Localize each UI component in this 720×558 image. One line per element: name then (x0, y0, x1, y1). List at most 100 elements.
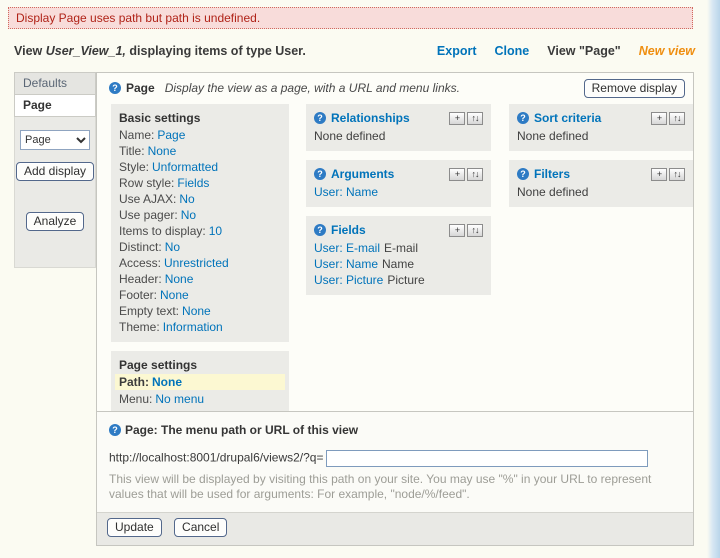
help-icon[interactable]: ? (517, 112, 529, 124)
add-argument-button[interactable]: + (449, 167, 465, 181)
field-link[interactable]: User: E-mail (314, 241, 380, 255)
setting-label: Theme: (119, 320, 160, 334)
add-sort-button[interactable]: + (651, 111, 667, 125)
field-link[interactable]: User: Picture (314, 273, 383, 287)
add-relationship-button[interactable]: + (449, 111, 465, 125)
display-settings-panel: ? Page Display the view as a page, with a … (96, 72, 694, 546)
path-form-title: ? Page: The menu path or URL of this view (109, 423, 681, 437)
relationships-box: ? Relationships + ↑↓ None defined (306, 104, 491, 151)
path-input[interactable] (326, 450, 649, 467)
new-view-link[interactable]: New view (639, 44, 695, 58)
setting-label: Name: (119, 128, 155, 142)
rearrange-filters-button[interactable]: ↑↓ (669, 167, 685, 181)
setting-value-link[interactable]: No (179, 192, 194, 206)
path-config-form: ? Page: The menu path or URL of this view… (97, 411, 693, 545)
basic-settings-title: Basic settings (119, 111, 201, 125)
fields-box: ? Fields + ↑↓ User: E-mail E-mail User: N… (306, 216, 491, 295)
column-middle: ? Relationships + ↑↓ None defined ? Argu… (306, 104, 491, 304)
panel-header: ? Page Display the view as a page, with a … (97, 73, 693, 103)
remove-display-button[interactable]: Remove display (583, 79, 685, 98)
setting-label: Row style: (119, 176, 175, 190)
page-settings-box: Page settings Path: None Menu: No menu (111, 351, 289, 414)
field-row: User: Picture Picture (314, 272, 483, 288)
sort-criteria-empty-text: None defined (517, 129, 589, 143)
setting-value-link[interactable]: Fields (177, 176, 209, 190)
page-edge-gradient (707, 0, 720, 558)
filters-title-link[interactable]: Filters (534, 166, 649, 182)
help-icon[interactable]: ? (314, 168, 326, 180)
arguments-box: ? Arguments + ↑↓ User: Name (306, 160, 491, 207)
update-button[interactable]: Update (107, 518, 162, 537)
add-field-button[interactable]: + (449, 223, 465, 237)
setting-value-link[interactable]: No (181, 208, 196, 222)
setting-value-link[interactable]: Unformatted (152, 160, 218, 174)
cancel-button[interactable]: Cancel (174, 518, 228, 537)
filters-box: ? Filters + ↑↓ None defined (509, 160, 693, 207)
arguments-header: ? Arguments + ↑↓ (314, 166, 483, 182)
setting-row: Style: Unformatted (119, 159, 281, 175)
path-label: Path: (119, 375, 149, 389)
filters-empty-text: None defined (517, 185, 589, 199)
setting-row: Items to display: 10 (119, 223, 281, 239)
setting-label: Empty text: (119, 304, 180, 318)
relationships-header: ? Relationships + ↑↓ (314, 110, 483, 126)
clone-link[interactable]: Clone (495, 44, 530, 58)
arguments-title-link[interactable]: Arguments (331, 166, 447, 182)
setting-value-link[interactable]: 10 (209, 224, 222, 238)
help-icon[interactable]: ? (314, 224, 326, 236)
menu-value-link[interactable]: No menu (155, 392, 204, 406)
tab-defaults[interactable]: Defaults (14, 72, 96, 95)
setting-value-link[interactable]: Page (157, 128, 185, 142)
field-row: User: Name Name (314, 256, 483, 272)
argument-row: User: Name (314, 184, 483, 200)
basic-settings-box: Basic settings Name: Page Title: None Styl… (111, 104, 289, 342)
sort-criteria-title-link[interactable]: Sort criteria (534, 110, 649, 126)
rearrange-sorts-button[interactable]: ↑↓ (669, 111, 685, 125)
setting-label: Use pager: (119, 208, 178, 222)
setting-value-link[interactable]: Unrestricted (164, 256, 229, 270)
setting-value-link[interactable]: None (182, 304, 211, 318)
path-input-row: http://localhost:8001/drupal6/views2/?q= (109, 450, 681, 467)
rearrange-arguments-button[interactable]: ↑↓ (467, 167, 483, 181)
fields-title-link[interactable]: Fields (331, 222, 447, 238)
setting-label: Items to display: (119, 224, 206, 238)
help-icon[interactable]: ? (109, 82, 121, 94)
setting-value-link[interactable]: None (160, 288, 189, 302)
filters-header: ? Filters + ↑↓ (517, 166, 685, 182)
help-icon[interactable]: ? (517, 168, 529, 180)
relationships-title-link[interactable]: Relationships (331, 110, 447, 126)
help-icon[interactable]: ? (314, 112, 326, 124)
setting-value-link[interactable]: Information (163, 320, 223, 334)
menu-setting-row: Menu: No menu (119, 391, 281, 407)
argument-link[interactable]: User: Name (314, 185, 378, 199)
add-display-button[interactable]: Add display (15, 162, 95, 181)
sort-criteria-header: ? Sort criteria + ↑↓ (517, 110, 685, 126)
path-value-link[interactable]: None (152, 375, 182, 389)
setting-value-link[interactable]: None (148, 144, 177, 158)
setting-label: Use AJAX: (119, 192, 177, 206)
field-admin-label: Picture (387, 273, 425, 287)
help-icon[interactable]: ? (109, 424, 121, 436)
rearrange-relationships-button[interactable]: ↑↓ (467, 111, 483, 125)
fields-header: ? Fields + ↑↓ (314, 222, 483, 238)
setting-value-link[interactable]: No (165, 240, 180, 254)
export-link[interactable]: Export (437, 44, 477, 58)
analyze-button[interactable]: Analyze (25, 212, 85, 231)
setting-value-link[interactable]: None (165, 272, 194, 286)
field-link[interactable]: User: Name (314, 257, 378, 271)
field-admin-label: Name (382, 257, 415, 271)
add-filter-button[interactable]: + (651, 167, 667, 181)
setting-label: Header: (119, 272, 162, 286)
view-page-link[interactable]: View "Page" (547, 44, 620, 58)
setting-label: Access: (119, 256, 162, 270)
setting-row: Header: None (119, 271, 281, 287)
tab-page[interactable]: Page (14, 94, 96, 117)
setting-row: Empty text: None (119, 303, 281, 319)
rearrange-fields-button[interactable]: ↑↓ (467, 223, 483, 237)
path-form-title-text: Page: The menu path or URL of this view (125, 423, 359, 437)
error-message: Display Page uses path but path is undef… (8, 7, 693, 29)
setting-row: Footer: None (119, 287, 281, 303)
setting-row: Use pager: No (119, 207, 281, 223)
setting-row: Row style: Fields (119, 175, 281, 191)
display-type-select[interactable]: Page (20, 130, 90, 150)
